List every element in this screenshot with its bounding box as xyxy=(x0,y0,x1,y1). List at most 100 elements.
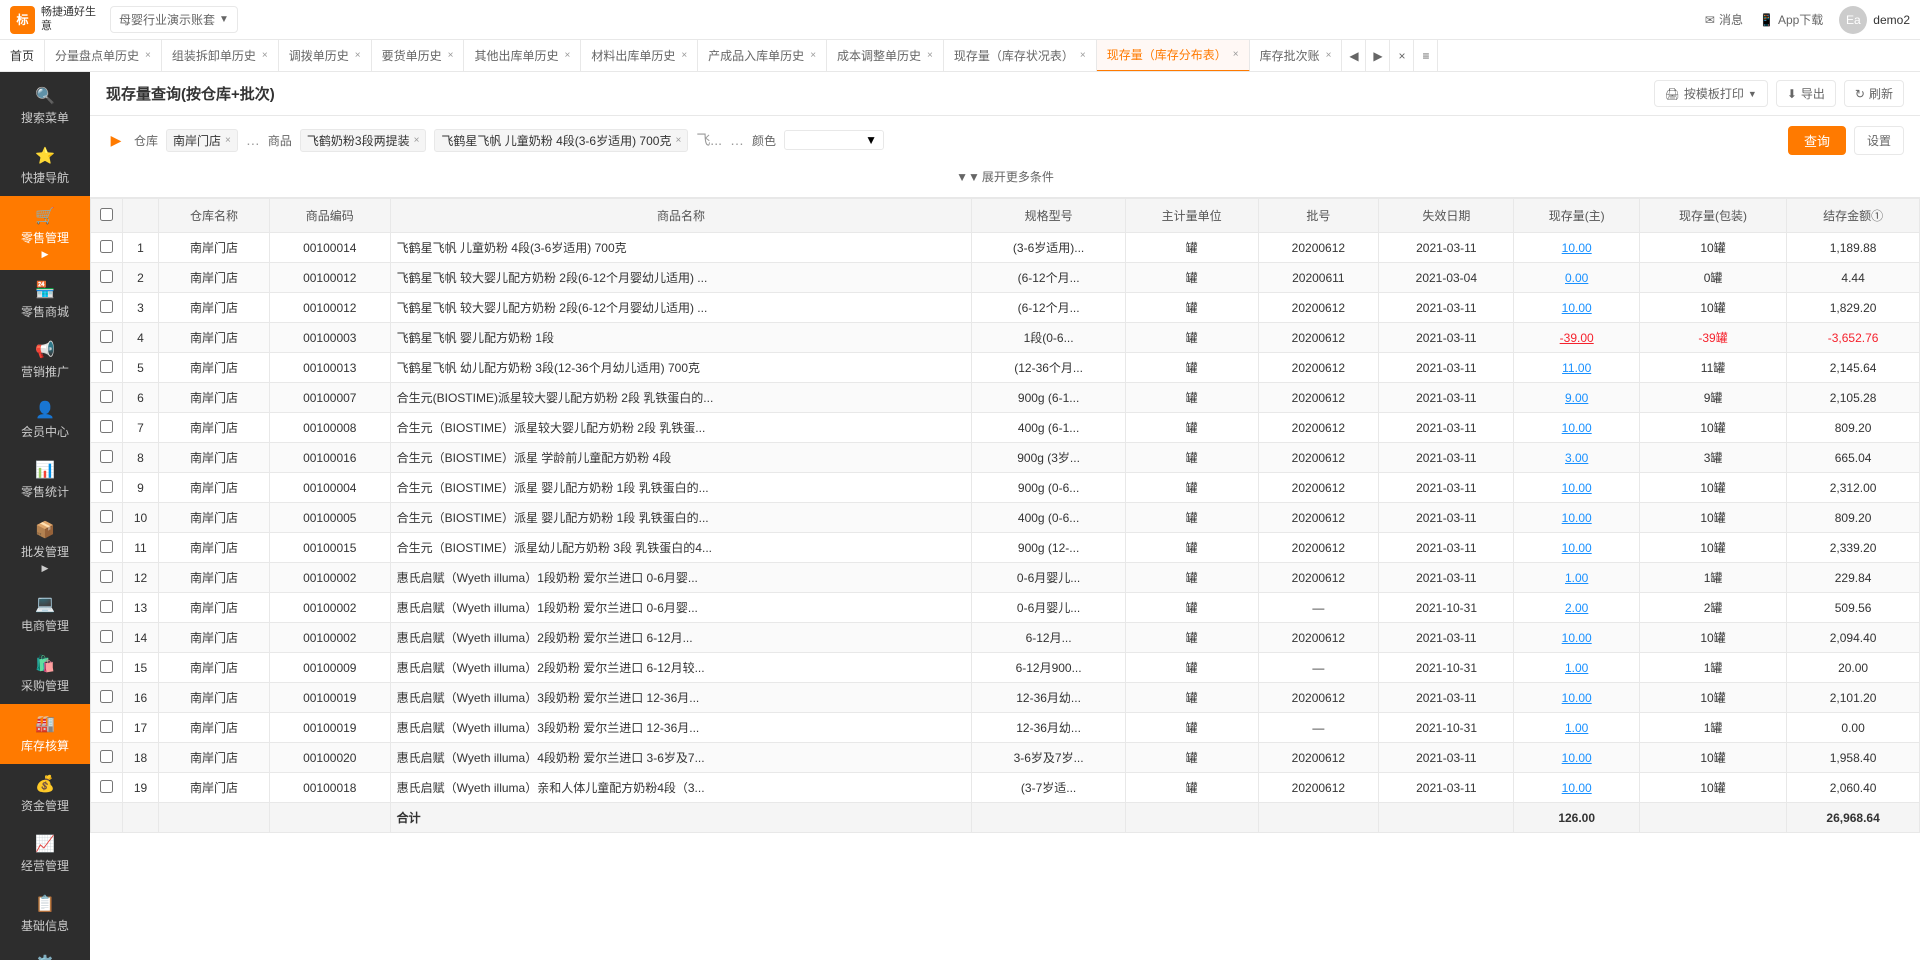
tab-yaoh[interactable]: 要货单历史 × xyxy=(372,40,465,72)
tab-menu-button[interactable]: ≡ xyxy=(1414,40,1438,72)
color-select[interactable]: ▼ xyxy=(784,130,884,150)
sidebar-item-finance[interactable]: 💰 资金管理 xyxy=(0,764,90,824)
sidebar-item-member[interactable]: 👤 会员中心 xyxy=(0,390,90,450)
row-checkbox[interactable] xyxy=(100,330,113,343)
query-button[interactable]: 查询 xyxy=(1788,126,1846,155)
print-button[interactable]: 🖨 按模板打印 ▼ xyxy=(1654,80,1768,107)
row-checkbox[interactable] xyxy=(100,270,113,283)
tab-chanpin[interactable]: 产成品入库单历史 × xyxy=(698,40,827,72)
row-checkbox-cell[interactable] xyxy=(91,593,123,623)
tab-zuche-close[interactable]: × xyxy=(262,50,268,61)
sidebar-item-purchase[interactable]: 🛍️ 采购管理 xyxy=(0,644,90,704)
row-checkbox[interactable] xyxy=(100,780,113,793)
message-button[interactable]: ✉ 消息 xyxy=(1705,11,1743,28)
sidebar-item-ops[interactable]: 📈 经营管理 xyxy=(0,824,90,884)
tab-cailiaochu[interactable]: 材料出库单历史 × xyxy=(581,40,698,72)
row-checkbox[interactable] xyxy=(100,540,113,553)
tab-kucpi[interactable]: 库存批次账 × xyxy=(1250,40,1343,72)
tab-chanpin-close[interactable]: × xyxy=(810,50,816,61)
th-checkbox[interactable] xyxy=(91,199,123,233)
row-checkbox[interactable] xyxy=(100,420,113,433)
tab-prev-button[interactable]: ◀ xyxy=(1342,40,1366,72)
tab-xianzf-close[interactable]: × xyxy=(1233,49,1239,60)
row-checkbox-cell[interactable] xyxy=(91,533,123,563)
row-checkbox-cell[interactable] xyxy=(91,323,123,353)
sidebar-item-quicknav[interactable]: ⭐ 快捷导航 xyxy=(0,136,90,196)
export-button[interactable]: ⬇ 导出 xyxy=(1776,80,1836,107)
row-checkbox[interactable] xyxy=(100,720,113,733)
tab-fenp[interactable]: 分量盘点单历史 × xyxy=(45,40,162,72)
tab-qitachu[interactable]: 其他出库单历史 × xyxy=(464,40,581,72)
row-checkbox-cell[interactable] xyxy=(91,443,123,473)
sidebar-item-ecom2[interactable]: 💻 电商管理 xyxy=(0,584,90,644)
row-checkbox[interactable] xyxy=(100,600,113,613)
sidebar-item-ecomm[interactable]: 🏪 零售商城 xyxy=(0,270,90,330)
row-qty[interactable]: 0.00 xyxy=(1514,263,1639,293)
tab-close-all-button[interactable]: × xyxy=(1390,40,1414,72)
row-qty[interactable]: 10.00 xyxy=(1514,473,1639,503)
row-checkbox[interactable] xyxy=(100,240,113,253)
row-checkbox[interactable] xyxy=(100,510,113,523)
row-checkbox[interactable] xyxy=(100,360,113,373)
row-checkbox-cell[interactable] xyxy=(91,623,123,653)
tab-kucpi-close[interactable]: × xyxy=(1326,50,1332,61)
row-qty[interactable]: 9.00 xyxy=(1514,383,1639,413)
sidebar-item-batch[interactable]: 📦 批发管理 ▶ xyxy=(0,510,90,584)
sidebar-item-search[interactable]: 🔍 搜索菜单 xyxy=(0,76,90,136)
row-qty[interactable]: 10.00 xyxy=(1514,683,1639,713)
row-checkbox-cell[interactable] xyxy=(91,683,123,713)
product-more[interactable]: 飞... xyxy=(696,130,722,150)
row-checkbox[interactable] xyxy=(100,480,113,493)
row-checkbox-cell[interactable] xyxy=(91,263,123,293)
row-qty[interactable]: -39.00 xyxy=(1514,323,1639,353)
product-filter-tag-1[interactable]: 飞鹤奶粉3段两提装 × xyxy=(300,129,427,152)
product-tag-2-close[interactable]: × xyxy=(675,135,681,146)
sidebar-item-inventory[interactable]: 🏭 库存核算 xyxy=(0,704,90,764)
row-checkbox-cell[interactable] xyxy=(91,233,123,263)
tab-chengben[interactable]: 成本调整单历史 × xyxy=(827,40,944,72)
row-qty[interactable]: 10.00 xyxy=(1514,743,1639,773)
tab-home[interactable]: 首页 xyxy=(0,40,45,72)
row-checkbox[interactable] xyxy=(100,570,113,583)
tab-fenp-close[interactable]: × xyxy=(145,50,151,61)
app-download-button[interactable]: 📱 App下载 xyxy=(1759,11,1823,28)
row-checkbox-cell[interactable] xyxy=(91,473,123,503)
tab-xianzf[interactable]: 现存量（库存分布表） × xyxy=(1097,40,1250,72)
row-checkbox-cell[interactable] xyxy=(91,413,123,443)
tab-tiaob-close[interactable]: × xyxy=(355,50,361,61)
user-area[interactable]: Ea demo2 xyxy=(1839,6,1910,34)
warehouse-tag-close[interactable]: × xyxy=(225,135,231,146)
row-qty[interactable]: 11.00 xyxy=(1514,353,1639,383)
tab-cailiaochu-close[interactable]: × xyxy=(681,50,687,61)
row-checkbox-cell[interactable] xyxy=(91,563,123,593)
product-filter-tag-2[interactable]: 飞鹤星飞帆 儿童奶粉 4段(3-6岁适用) 700克 × xyxy=(434,129,688,152)
product-tag-1-close[interactable]: × xyxy=(414,135,420,146)
row-checkbox-cell[interactable] xyxy=(91,773,123,803)
tab-tiaob[interactable]: 调拨单历史 × xyxy=(279,40,372,72)
sidebar-item-retail[interactable]: 🛒 零售管理 ▶ xyxy=(0,196,90,270)
sidebar-item-market[interactable]: 📢 营销推广 xyxy=(0,330,90,390)
tab-next-button[interactable]: ▶ xyxy=(1366,40,1390,72)
tab-yaoh-close[interactable]: × xyxy=(448,50,454,61)
filter-expand-arrow[interactable]: ▶ xyxy=(106,124,126,156)
row-qty[interactable]: 10.00 xyxy=(1514,503,1639,533)
industry-select[interactable]: 母婴行业演示账套 ▼ xyxy=(110,6,238,33)
select-all-checkbox[interactable] xyxy=(100,208,113,221)
set-button[interactable]: 设置 xyxy=(1854,126,1904,155)
row-qty[interactable]: 1.00 xyxy=(1514,563,1639,593)
tab-qitachu-close[interactable]: × xyxy=(564,50,570,61)
row-checkbox[interactable] xyxy=(100,690,113,703)
row-checkbox-cell[interactable] xyxy=(91,743,123,773)
row-qty[interactable]: 1.00 xyxy=(1514,713,1639,743)
row-checkbox-cell[interactable] xyxy=(91,383,123,413)
row-checkbox[interactable] xyxy=(100,450,113,463)
warehouse-more[interactable]: … xyxy=(246,132,260,148)
row-checkbox-cell[interactable] xyxy=(91,293,123,323)
expand-conditions-button[interactable]: ▼▼ 展开更多条件 xyxy=(948,164,1062,189)
row-checkbox[interactable] xyxy=(100,630,113,643)
row-checkbox[interactable] xyxy=(100,390,113,403)
row-checkbox[interactable] xyxy=(100,660,113,673)
sidebar-item-stats[interactable]: 📊 零售统计 xyxy=(0,450,90,510)
row-qty[interactable]: 10.00 xyxy=(1514,293,1639,323)
warehouse-filter-tag[interactable]: 南岸门店 × xyxy=(166,129,238,152)
